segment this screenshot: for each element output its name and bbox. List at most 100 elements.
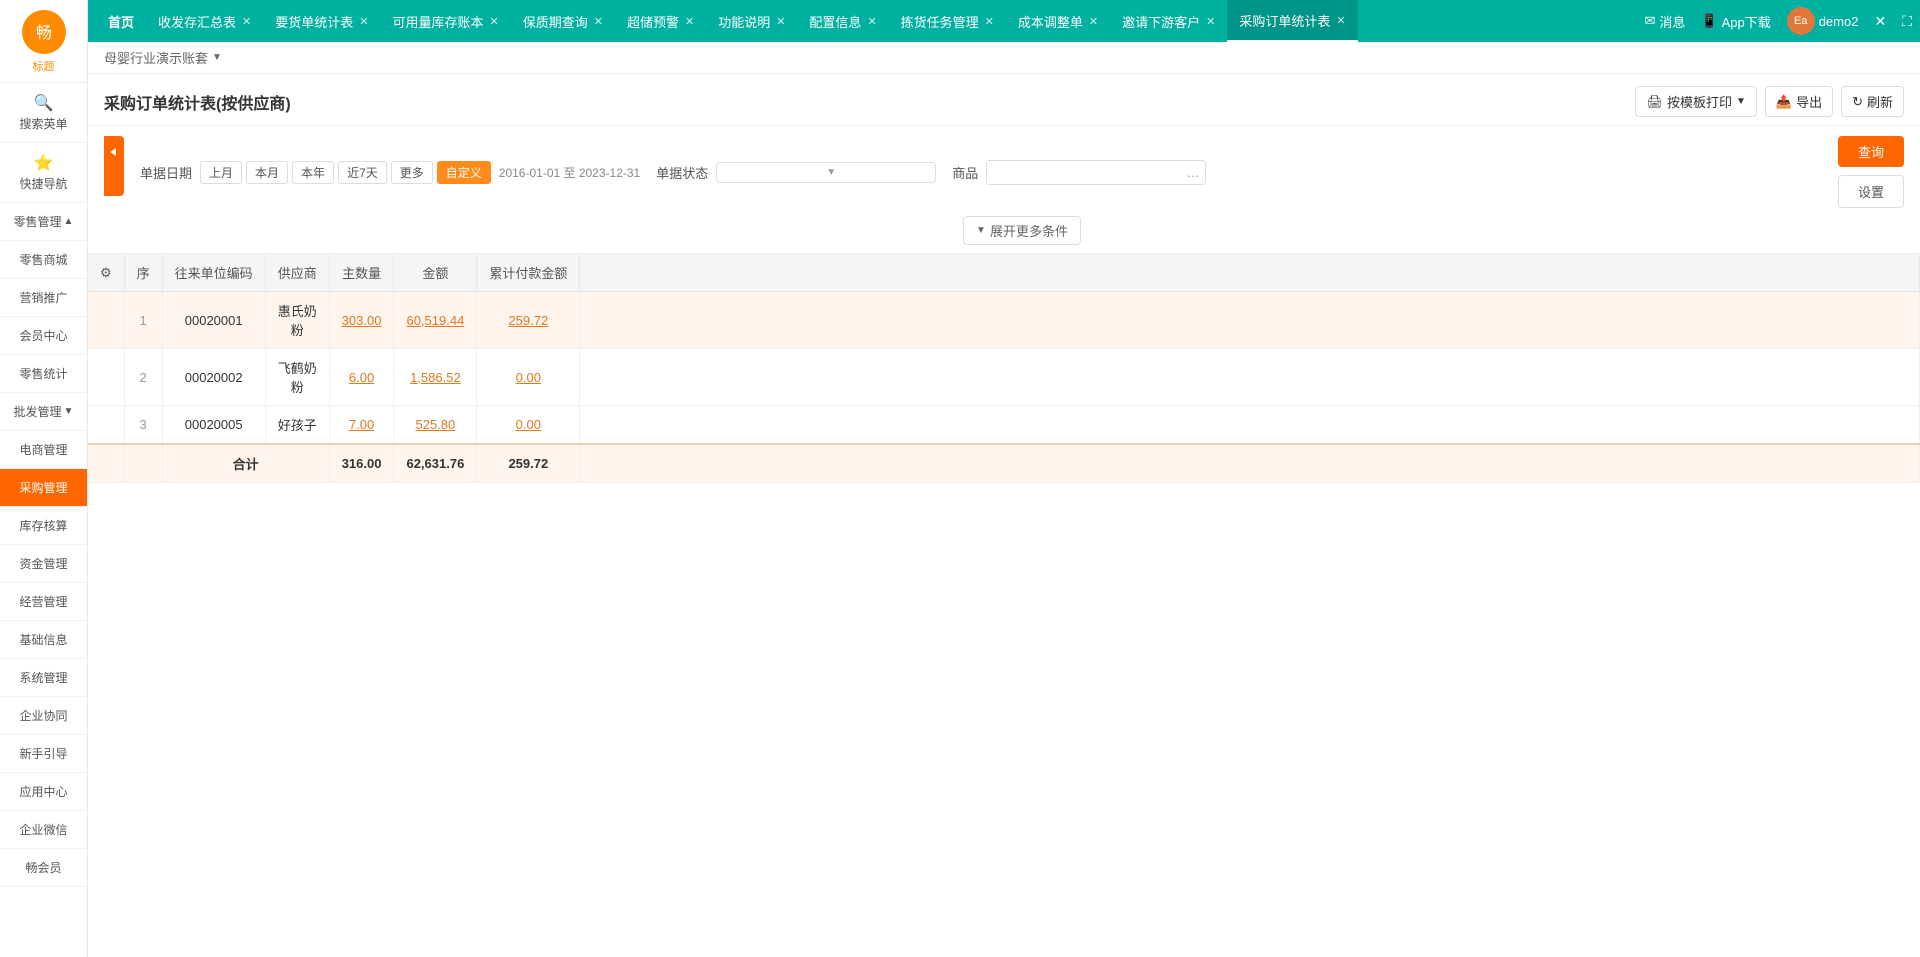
nav-close-icon[interactable]: ✕ xyxy=(490,15,499,28)
nav-close-icon[interactable]: ✕ xyxy=(242,15,251,28)
nav-close-icon[interactable]: ✕ xyxy=(867,15,876,28)
sidebar-item-purchase[interactable]: 采购管理 xyxy=(0,469,87,507)
expand-more-btn[interactable]: ▼ 展开更多条件 xyxy=(963,216,1081,245)
cell-main-qty[interactable]: 303.00 xyxy=(329,292,394,349)
nav-pick-task[interactable]: 拣货任务管理 ✕ xyxy=(889,0,1006,42)
sidebar-item-basics[interactable]: 基础信息 xyxy=(0,621,87,659)
sidebar-item-retail-shop[interactable]: 零售商城 xyxy=(0,241,87,279)
footer-extra xyxy=(580,444,1920,483)
main-area: 首页 收发存汇总表 ✕ 要货单统计表 ✕ 可用量库存账本 ✕ 保质期查询 ✕ 超… xyxy=(88,0,1920,957)
nav-recv-send[interactable]: 收发存汇总表 ✕ xyxy=(146,0,263,42)
export-button[interactable]: 📤 导出 xyxy=(1765,86,1833,117)
sidebar-item-label: 系统管理 xyxy=(19,669,67,686)
date-btn-prev-month[interactable]: 上月 xyxy=(200,161,242,184)
sidebar-item-new-guide[interactable]: 新手引导 xyxy=(0,735,87,773)
nav-close-icon[interactable]: ✕ xyxy=(1206,15,1215,28)
cell-partner-code: 00020005 xyxy=(162,406,265,445)
cell-amount[interactable]: 60,519.44 xyxy=(394,292,477,349)
sidebar-item-label: 畅会员 xyxy=(25,859,61,876)
print-button[interactable]: 🖨 按模板打印 ▼ xyxy=(1635,86,1756,117)
svg-text:畅: 畅 xyxy=(35,24,51,42)
cell-paid-amount[interactable]: 0.00 xyxy=(477,349,580,406)
nav-close-icon[interactable]: ✕ xyxy=(985,15,994,28)
message-btn[interactable]: ✉ 消息 xyxy=(1644,12,1685,31)
nav-shelf-life[interactable]: 保质期查询 ✕ xyxy=(511,0,615,42)
table-footer: 合计 316.00 62,631.76 259.72 xyxy=(88,444,1920,483)
sidebar-item-label: 电商管理 xyxy=(19,441,67,458)
filter-area: 单据日期 上月 本月 本年 近7天 更多 自定义 2016-01-01 至 20… xyxy=(88,126,1920,254)
content-area: 采购订单统计表(按供应商) 🖨 按模板打印 ▼ 📤 导出 ↻ 刷新 xyxy=(88,74,1920,957)
sidebar-item-retail-mgmt[interactable]: 零售管理 ▲ xyxy=(0,203,87,241)
sidebar-item-member[interactable]: 会员中心 xyxy=(0,317,87,355)
cell-partner-code: 00020002 xyxy=(162,349,265,406)
settings-button[interactable]: 设置 xyxy=(1838,175,1904,208)
sidebar-item-label: 快捷导航 xyxy=(19,175,67,192)
sidebar-item-enterprise-wechat[interactable]: 企业微信 xyxy=(0,811,87,849)
sidebar-item-inventory[interactable]: 库存核算 xyxy=(0,507,87,545)
nav-invite-down[interactable]: 邀请下游客户 ✕ xyxy=(1110,0,1227,42)
date-btn-this-year[interactable]: 本年 xyxy=(292,161,334,184)
cell-paid-amount[interactable]: 259.72 xyxy=(477,292,580,349)
date-btn-custom[interactable]: 自定义 xyxy=(437,161,491,184)
sidebar-menu: 🔍 搜索英单 ⭐ 快捷导航 零售管理 ▲ 零售商城 营销推广 会员中心 零售统计… xyxy=(0,83,87,887)
nav-close-icon[interactable]: ✕ xyxy=(776,15,785,28)
status-filter: 单据状态 ▼ xyxy=(656,162,936,183)
col-settings[interactable]: ⚙ xyxy=(88,254,124,292)
sidebar-item-search[interactable]: 🔍 搜索英单 xyxy=(0,83,87,143)
cell-amount[interactable]: 1,586.52 xyxy=(394,349,477,406)
cell-amount[interactable]: 525.80 xyxy=(394,406,477,445)
nav-goods-stats[interactable]: 要货单统计表 ✕ xyxy=(263,0,380,42)
sidebar-item-wholesale[interactable]: 批发管理 ▼ xyxy=(0,393,87,431)
sidebar-item-retail-stats[interactable]: 零售统计 xyxy=(0,355,87,393)
nav-usable-inv[interactable]: 可用量库存账本 ✕ xyxy=(380,0,510,42)
sidebar-item-enterprise[interactable]: 企业协同 xyxy=(0,697,87,735)
nav-close-icon[interactable]: ✕ xyxy=(594,15,603,28)
sidebar-item-system[interactable]: 系统管理 xyxy=(0,659,87,697)
nav-func-desc[interactable]: 功能说明 ✕ xyxy=(706,0,797,42)
sidebar-item-label: 营销推广 xyxy=(19,289,67,306)
app-download-btn[interactable]: 📱 App下载 xyxy=(1701,12,1770,31)
dots-icon[interactable]: … xyxy=(1180,165,1205,180)
cell-main-qty[interactable]: 6.00 xyxy=(329,349,394,406)
date-btn-this-month[interactable]: 本月 xyxy=(246,161,288,184)
nav-close-icon[interactable]: ✕ xyxy=(1089,15,1098,28)
star-icon: ⭐ xyxy=(34,153,54,173)
cell-settings xyxy=(88,292,124,349)
status-select[interactable]: ▼ xyxy=(716,162,936,183)
sidebar-item-finance[interactable]: 资金管理 xyxy=(0,545,87,583)
sidebar-item-quick-nav[interactable]: ⭐ 快捷导航 xyxy=(0,143,87,203)
nav-close-icon[interactable]: ✕ xyxy=(1336,14,1345,27)
nav-cost-adjust[interactable]: 成本调整单 ✕ xyxy=(1006,0,1110,42)
query-button[interactable]: 查询 xyxy=(1838,136,1904,167)
cell-extra xyxy=(580,406,1920,445)
sidebar-item-app-center[interactable]: 应用中心 xyxy=(0,773,87,811)
user-profile-btn[interactable]: Ea demo2 xyxy=(1787,7,1859,35)
cell-settings xyxy=(88,349,124,406)
nav-close-icon[interactable]: ✕ xyxy=(359,15,368,28)
nav-purchase-stats[interactable]: 采购订单统计表 ✕ xyxy=(1227,0,1357,42)
fullscreen-icon[interactable]: ⛶ xyxy=(1902,13,1912,30)
sidebar-item-label: 新手引导 xyxy=(19,745,67,762)
close-window-icon[interactable]: ✕ xyxy=(1874,13,1886,30)
sidebar-item-member2[interactable]: 畅会员 xyxy=(0,849,87,887)
sidebar-item-operations[interactable]: 经营管理 xyxy=(0,583,87,621)
action-buttons: 查询 设置 xyxy=(1838,136,1904,208)
sidebar-item-ecommerce[interactable]: 电商管理 xyxy=(0,431,87,469)
nav-home[interactable]: 首页 xyxy=(96,0,146,42)
date-btn-7days[interactable]: 近7天 xyxy=(338,161,387,184)
nav-overstock-warn[interactable]: 超储预警 ✕ xyxy=(615,0,706,42)
cell-paid-amount[interactable]: 0.00 xyxy=(477,406,580,445)
refresh-button[interactable]: ↻ 刷新 xyxy=(1841,86,1904,117)
nav-close-icon[interactable]: ✕ xyxy=(685,15,694,28)
table-container: ⚙ 序 往来单位编码 供应商 主数量 金额 累计付款金额 1 xyxy=(88,254,1920,957)
breadcrumb-select[interactable]: 母婴行业演示账套 ▼ xyxy=(104,48,222,67)
sidebar-item-label: 会员中心 xyxy=(19,327,67,344)
expand-toggle-btn[interactable] xyxy=(104,136,124,196)
goods-input[interactable] xyxy=(987,161,1180,184)
nav-config-info[interactable]: 配置信息 ✕ xyxy=(797,0,888,42)
top-bar-right: ✉ 消息 📱 App下载 Ea demo2 ✕ ⛶ xyxy=(1644,7,1912,35)
date-btn-more[interactable]: 更多 xyxy=(391,161,433,184)
cell-main-qty[interactable]: 7.00 xyxy=(329,406,394,445)
sidebar-item-marketing[interactable]: 营销推广 xyxy=(0,279,87,317)
sidebar-item-label: 零售统计 xyxy=(19,365,67,382)
